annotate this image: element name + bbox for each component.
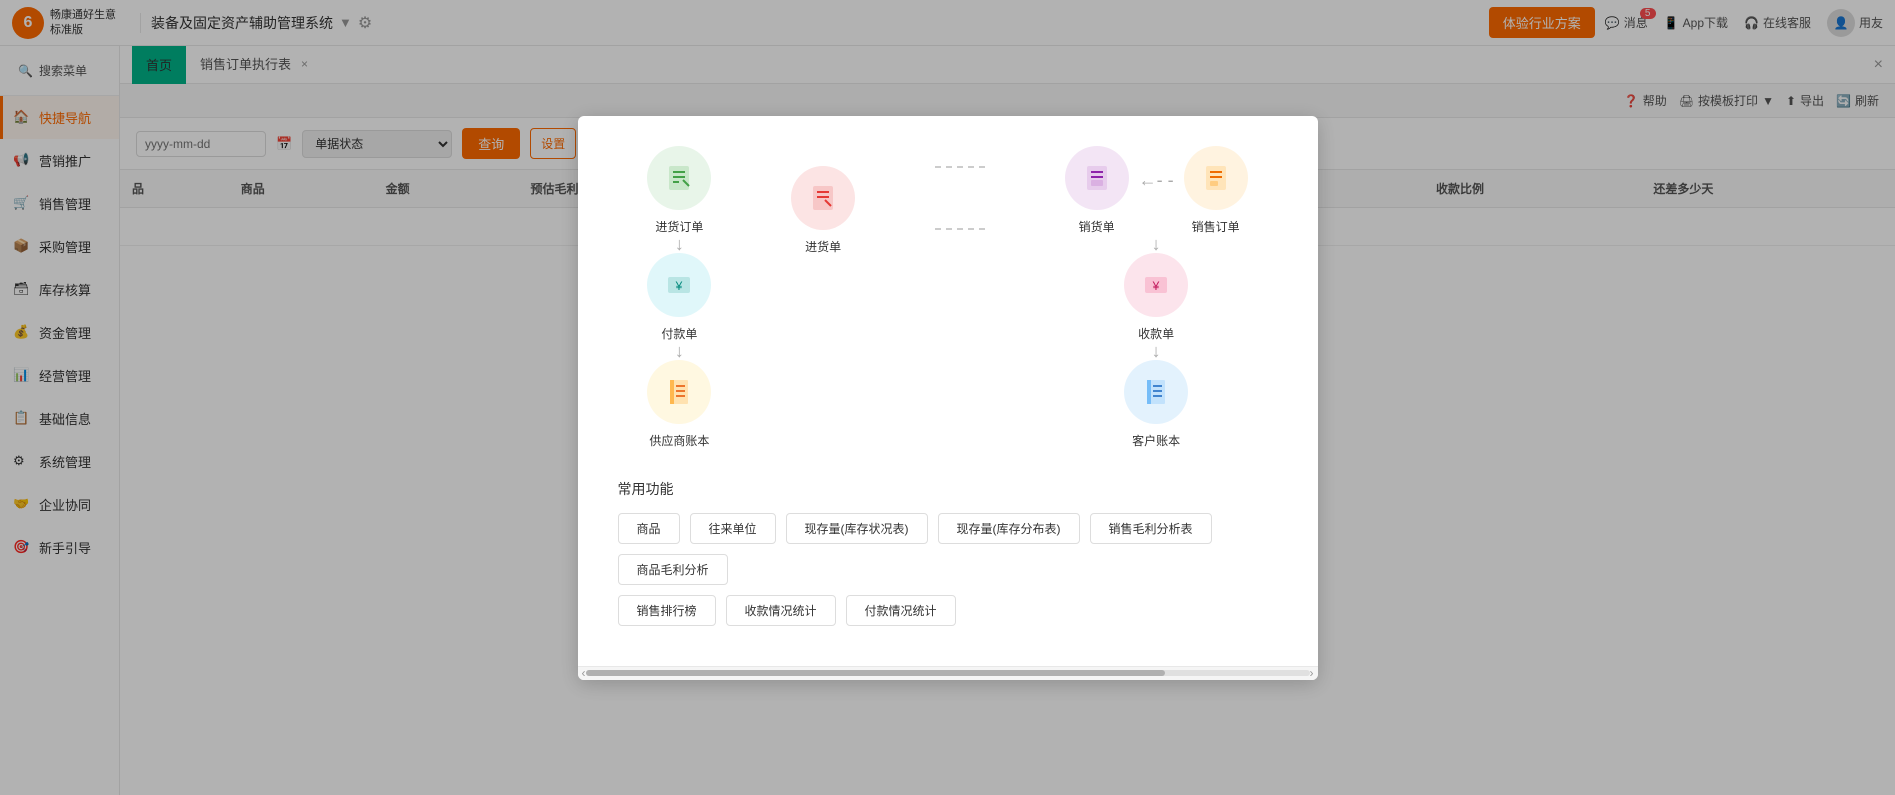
- flow-middle-arrows: [935, 156, 985, 230]
- func-btn-4[interactable]: 销售毛利分析表: [1090, 513, 1212, 544]
- quick-nav-modal: 进货订单 ↓ ¥ 付款单 ↓ 供应商账本: [578, 116, 1318, 680]
- scrollbar-thumb: [586, 670, 1165, 676]
- dashed-arrow-1: [935, 166, 985, 168]
- svg-text:¥: ¥: [675, 279, 683, 293]
- flow-label-supplier-ledger: 供应商账本: [649, 432, 709, 449]
- func-btn-row-2: 销售排行榜收款情况统计付款情况统计: [618, 595, 1278, 626]
- scroll-left-icon[interactable]: ‹: [582, 666, 586, 680]
- flow-label-sales-bill: 销货单: [1079, 218, 1115, 235]
- func-btn-8[interactable]: 付款情况统计: [846, 595, 956, 626]
- flow-node-sales-order[interactable]: 销售订单: [1184, 146, 1248, 235]
- func-btn-1[interactable]: 往来单位: [690, 513, 776, 544]
- flow-label-purchase-order: 进货订单: [655, 218, 703, 235]
- receipt-bill-circle: ¥: [1124, 253, 1188, 317]
- func-btn-3[interactable]: 现存量(库存分布表): [938, 513, 1080, 544]
- scrollbar-track[interactable]: [586, 670, 1310, 676]
- sales-bill-circle: [1065, 146, 1129, 210]
- func-btn-row-1: 商品往来单位现存量(库存状况表) 现存量(库存分布表) 销售毛利分析表商品毛利分析: [618, 513, 1278, 585]
- arrow-down-1: ↓: [675, 235, 684, 253]
- dashed-arrow-2: [935, 228, 985, 230]
- modal-content: 进货订单 ↓ ¥ 付款单 ↓ 供应商账本: [578, 116, 1318, 666]
- flow-node-sales-bill[interactable]: 销货单: [1065, 146, 1129, 235]
- flow-label-customer-ledger: 客户账本: [1132, 432, 1180, 449]
- common-functions-section: 常用功能 商品往来单位现存量(库存状况表)现存量(库存分布表)销售毛利分析表商品…: [618, 479, 1278, 626]
- flow-label-sales-order: 销售订单: [1192, 218, 1240, 235]
- flow-label-receipt-bill: 收款单: [1138, 325, 1174, 342]
- modal-overlay[interactable]: 进货订单 ↓ ¥ 付款单 ↓ 供应商账本: [0, 0, 1895, 795]
- scroll-right-icon[interactable]: ›: [1310, 666, 1314, 680]
- sales-order-circle: [1184, 146, 1248, 210]
- func-btn-5[interactable]: 商品毛利分析: [618, 554, 728, 585]
- arrow-down-4: ↓: [1152, 342, 1161, 360]
- flow-label-payment-bill: 付款单: [661, 325, 697, 342]
- purchase-bill-circle: [791, 166, 855, 230]
- flow-node-receipt-bill[interactable]: ¥ 收款单: [1124, 253, 1188, 342]
- flow-node-payment-bill[interactable]: ¥ 付款单: [647, 253, 711, 342]
- flow-node-supplier-ledger[interactable]: 供应商账本: [647, 360, 711, 449]
- flow-node-purchase-order[interactable]: 进货订单: [647, 146, 711, 235]
- customer-ledger-circle: [1124, 360, 1188, 424]
- flow-node-purchase-bill[interactable]: 进货单: [791, 166, 855, 255]
- payment-bill-circle: ¥: [647, 253, 711, 317]
- modal-scrollbar: ‹ ›: [578, 666, 1318, 680]
- func-btn-2[interactable]: 现存量(库存状况表): [786, 513, 928, 544]
- func-btn-7[interactable]: 收款情况统计: [726, 595, 836, 626]
- purchase-order-circle: [647, 146, 711, 210]
- flow-label-purchase-bill: 进货单: [805, 238, 841, 255]
- dashed-right-arrow: ←- -: [1139, 170, 1174, 191]
- arrow-down-2: ↓: [1152, 235, 1161, 253]
- arrow-down-3: ↓: [675, 342, 684, 360]
- func-btn-0[interactable]: 商品: [618, 513, 680, 544]
- supplier-ledger-circle: [647, 360, 711, 424]
- svg-text:¥: ¥: [1152, 279, 1160, 293]
- flow-diagram: 进货订单 ↓ ¥ 付款单 ↓ 供应商账本: [618, 146, 1278, 449]
- flow-node-customer-ledger[interactable]: 客户账本: [1124, 360, 1188, 449]
- func-btn-6[interactable]: 销售排行榜: [618, 595, 716, 626]
- common-functions-title: 常用功能: [618, 479, 1278, 499]
